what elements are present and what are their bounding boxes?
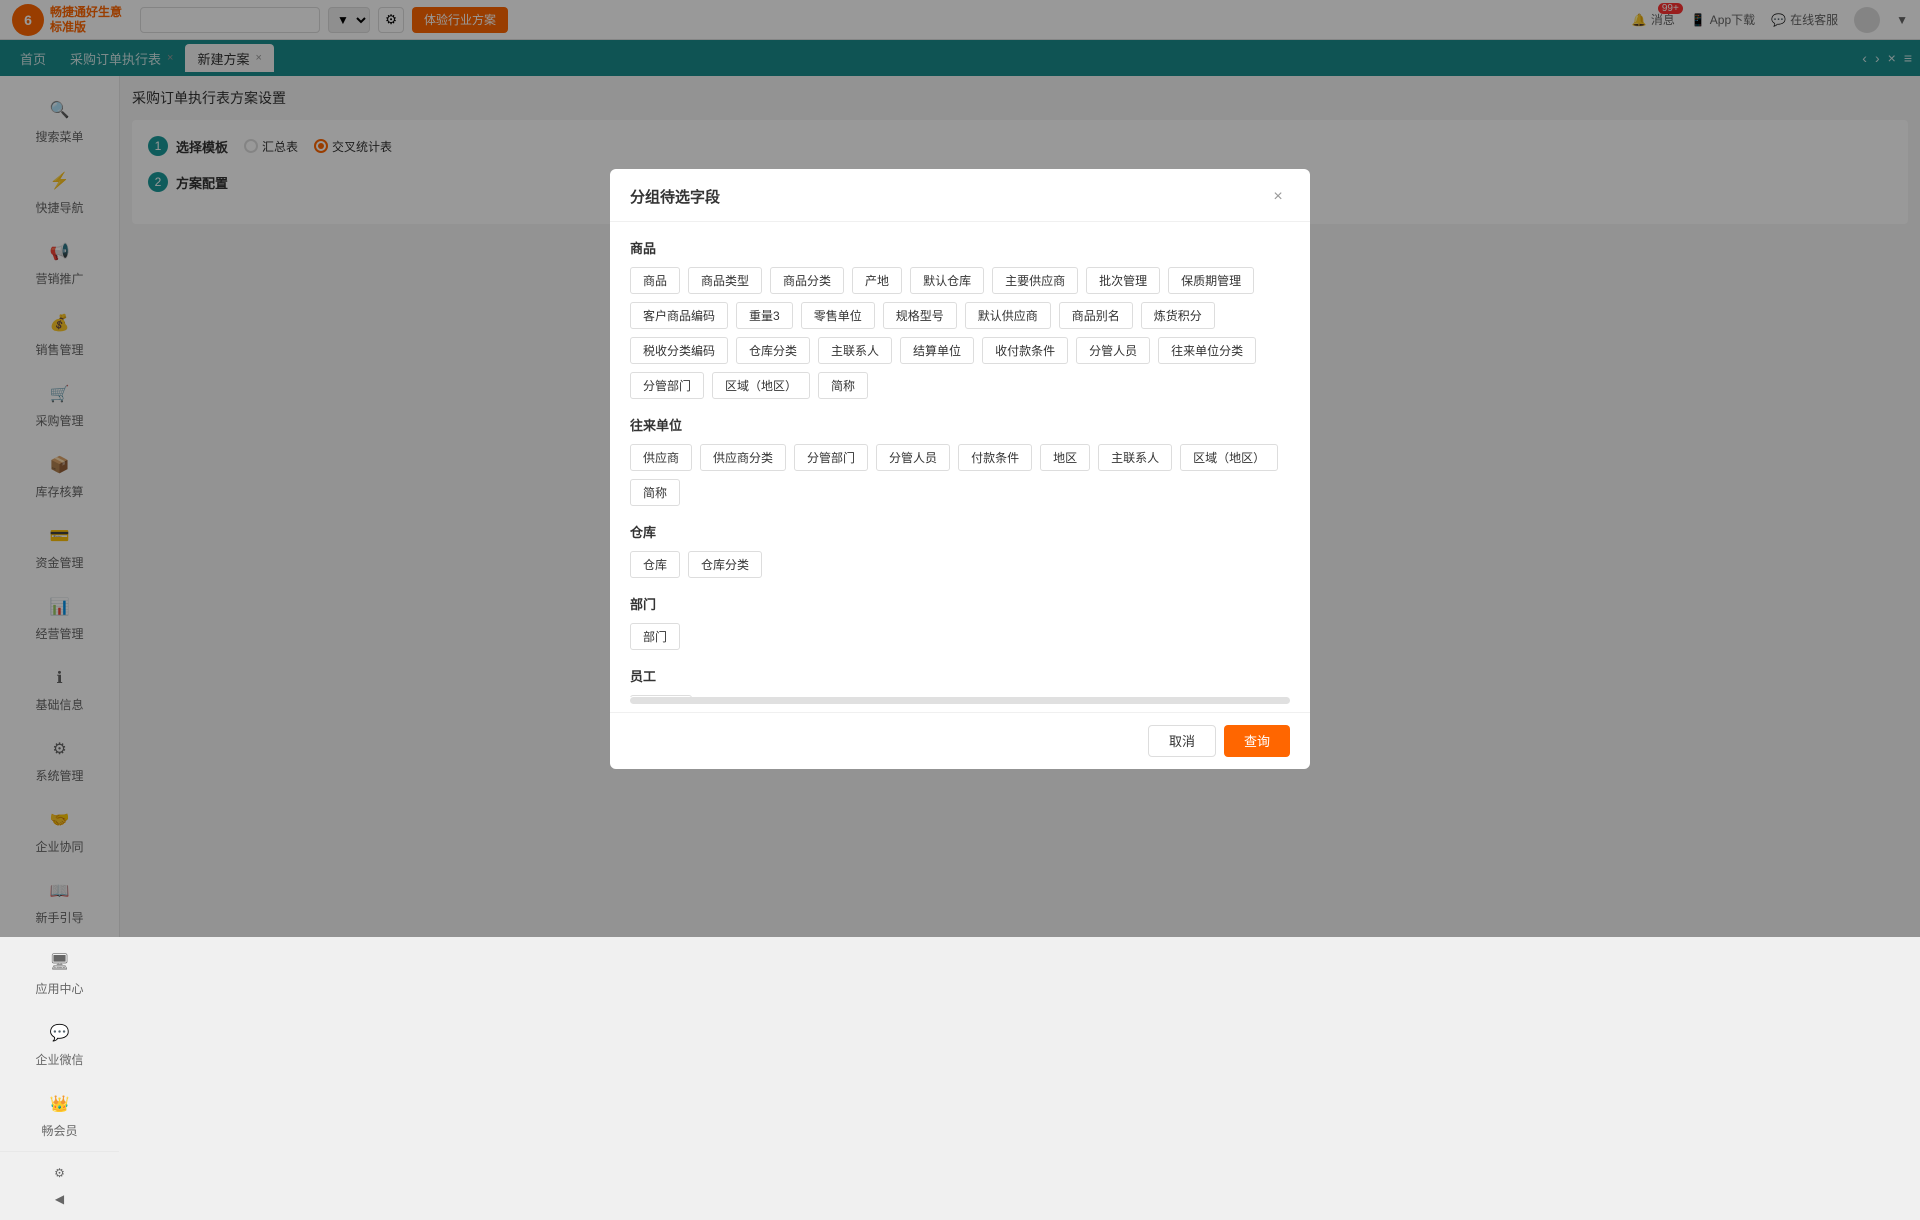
- field-tag-1-7[interactable]: 区域（地区）: [1180, 444, 1278, 471]
- sidebar-label-13: 企业微信: [35, 1051, 83, 1068]
- modal-body: 商品商品商品类型商品分类产地默认仓库主要供应商批次管理保质期管理客户商品编码重量…: [610, 222, 1310, 698]
- field-tag-0-6[interactable]: 批次管理: [1086, 267, 1160, 294]
- field-tag-0-17[interactable]: 主联系人: [818, 337, 892, 364]
- field-grid-1: 供应商供应商分类分管部门分管人员付款条件地区主联系人区域（地区） 简称: [630, 444, 1290, 506]
- field-tag-1-2[interactable]: 分管部门: [794, 444, 868, 471]
- sidebar-bottom: ⚙ ◀: [0, 1151, 119, 1220]
- field-tag-2-1[interactable]: 仓库分类: [688, 551, 762, 578]
- field-tag-1-4[interactable]: 付款条件: [958, 444, 1032, 471]
- field-tag-0-11[interactable]: 规格型号: [883, 302, 957, 329]
- field-tag-1-5[interactable]: 地区: [1040, 444, 1090, 471]
- field-tag-0-1[interactable]: 商品类型: [688, 267, 762, 294]
- field-tag-0-3[interactable]: 产地: [852, 267, 902, 294]
- section-title-0: 商品: [630, 238, 1290, 257]
- field-tag-0-14[interactable]: 炼货积分: [1141, 302, 1215, 329]
- modal-header: 分组待选字段 ×: [610, 169, 1310, 222]
- field-tag-0-21[interactable]: 往来单位分类: [1158, 337, 1256, 364]
- sidebar-icon-14: 👑: [46, 1090, 74, 1118]
- field-tag-1-6[interactable]: 主联系人: [1098, 444, 1172, 471]
- field-tag-0-22[interactable]: 分管部门: [630, 372, 704, 399]
- field-tag-0-24[interactable]: 简称: [818, 372, 868, 399]
- modal-overlay[interactable]: 分组待选字段 × 商品商品商品类型商品分类产地默认仓库主要供应商批次管理保质期管…: [0, 0, 1920, 937]
- field-tag-0-2[interactable]: 商品分类: [770, 267, 844, 294]
- modal-title: 分组待选字段: [630, 186, 720, 207]
- sidebar-settings[interactable]: ⚙: [0, 1160, 119, 1186]
- field-tag-0-20[interactable]: 分管人员: [1076, 337, 1150, 364]
- field-grid-3: 部门: [630, 623, 1290, 650]
- section-title-1: 往来单位: [630, 415, 1290, 434]
- field-tag-0-13[interactable]: 商品别名: [1059, 302, 1133, 329]
- field-tag-0-4[interactable]: 默认仓库: [910, 267, 984, 294]
- field-tag-1-1[interactable]: 供应商分类: [700, 444, 786, 471]
- field-tag-0-12[interactable]: 默认供应商: [965, 302, 1051, 329]
- section-title-4: 员工: [630, 666, 1290, 685]
- sidebar-item-13[interactable]: 💬 企业微信: [6, 1009, 113, 1078]
- field-tag-1-8[interactable]: 简称: [630, 479, 680, 506]
- field-tag-0-15[interactable]: 税收分类编码: [630, 337, 728, 364]
- field-tag-0-8[interactable]: 客户商品编码: [630, 302, 728, 329]
- sidebar-collapse[interactable]: ◀: [0, 1186, 119, 1212]
- field-tag-1-3[interactable]: 分管人员: [876, 444, 950, 471]
- collapse-icon: ◀: [55, 1192, 64, 1206]
- sidebar-label-12: 应用中心: [35, 980, 83, 997]
- modal-hscroll[interactable]: [630, 697, 1290, 703]
- field-tag-0-7[interactable]: 保质期管理: [1168, 267, 1254, 294]
- field-tag-1-0[interactable]: 供应商: [630, 444, 692, 471]
- field-tag-0-9[interactable]: 重量3: [736, 302, 793, 329]
- confirm-button[interactable]: 查询: [1224, 725, 1290, 757]
- sidebar-label-14: 畅会员: [41, 1122, 77, 1139]
- cancel-button[interactable]: 取消: [1148, 725, 1216, 757]
- field-tag-0-18[interactable]: 结算单位: [900, 337, 974, 364]
- field-tag-3-0[interactable]: 部门: [630, 623, 680, 650]
- sidebar-item-12[interactable]: 🖥 应用中心: [6, 938, 113, 1007]
- settings-icon: ⚙: [54, 1166, 65, 1180]
- field-tag-0-23[interactable]: 区域（地区）: [712, 372, 810, 399]
- field-tag-0-0[interactable]: 商品: [630, 267, 680, 294]
- field-tag-0-19[interactable]: 收付款条件: [982, 337, 1068, 364]
- modal-close-button[interactable]: ×: [1266, 185, 1290, 209]
- field-tag-2-0[interactable]: 仓库: [630, 551, 680, 578]
- field-tag-0-10[interactable]: 零售单位: [801, 302, 875, 329]
- section-title-3: 部门: [630, 594, 1290, 613]
- section-title-2: 仓库: [630, 522, 1290, 541]
- sidebar-item-14[interactable]: 👑 畅会员: [6, 1080, 113, 1149]
- sidebar-icon-12: 🖥: [46, 948, 74, 976]
- sidebar-icon-13: 💬: [46, 1019, 74, 1047]
- field-grid-2: 仓库仓库分类: [630, 551, 1290, 578]
- field-tag-0-5[interactable]: 主要供应商: [992, 267, 1078, 294]
- field-tag-0-16[interactable]: 仓库分类: [736, 337, 810, 364]
- modal: 分组待选字段 × 商品商品商品类型商品分类产地默认仓库主要供应商批次管理保质期管…: [610, 169, 1310, 769]
- field-grid-0: 商品商品类型商品分类产地默认仓库主要供应商批次管理保质期管理客户商品编码重量3 零…: [630, 267, 1290, 399]
- modal-footer: 取消 查询: [610, 712, 1310, 769]
